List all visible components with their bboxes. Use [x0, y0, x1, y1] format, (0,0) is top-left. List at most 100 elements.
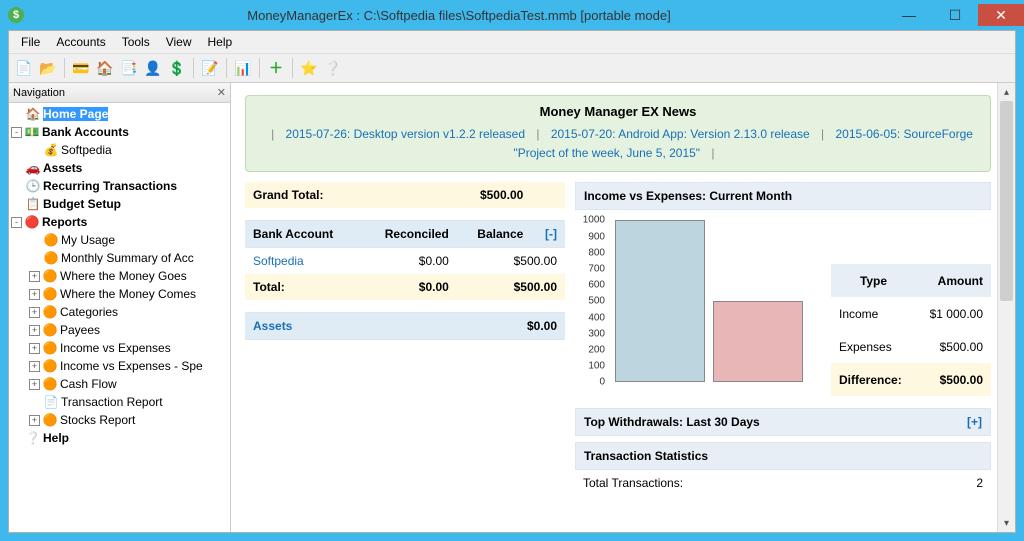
- tree-item[interactable]: +🟠Payees: [11, 321, 228, 339]
- tree-item[interactable]: +🟠Income vs Expenses - Spe: [11, 357, 228, 375]
- tree-item[interactable]: -🔴Reports: [11, 213, 228, 231]
- close-button[interactable]: ✕: [978, 4, 1024, 26]
- tree-item[interactable]: 🏠Home Page: [11, 105, 228, 123]
- home-icon[interactable]: 🏠: [94, 57, 116, 79]
- type-label: Income: [831, 297, 916, 330]
- tree-label[interactable]: Budget Setup: [43, 197, 121, 211]
- open-file-icon[interactable]: 📂: [37, 57, 59, 79]
- reports-icon[interactable]: 📊: [232, 57, 254, 79]
- tree-item[interactable]: +🟠Income vs Expenses: [11, 339, 228, 357]
- tree-label[interactable]: Payees: [60, 323, 100, 337]
- tree-label[interactable]: Stocks Report: [60, 413, 135, 427]
- tree-node-icon: 🟠: [42, 376, 58, 392]
- tree-label[interactable]: My Usage: [61, 233, 115, 247]
- tree-item[interactable]: +🟠Where the Money Comes: [11, 285, 228, 303]
- news-link[interactable]: 2015-07-20: Android App: Version 2.13.0 …: [551, 127, 810, 141]
- maximize-button[interactable]: ☐: [932, 4, 978, 26]
- axis-tick-label: 500: [588, 296, 605, 307]
- type-amount-table: Type Amount Income $1 000.00 Expenses: [831, 264, 991, 396]
- axis-tick-label: 600: [588, 280, 605, 291]
- tree-label[interactable]: Income vs Expenses: [60, 341, 171, 355]
- menu-accounts[interactable]: Accounts: [48, 33, 113, 51]
- menu-help[interactable]: Help: [200, 33, 241, 51]
- tree-toggle-icon[interactable]: -: [11, 217, 22, 228]
- category-icon[interactable]: 📑: [118, 57, 140, 79]
- grand-total-label: Grand Total:: [245, 182, 361, 208]
- tree-label[interactable]: Transaction Report: [61, 395, 163, 409]
- main-area: Money Manager EX News | 2015-07-26: Desk…: [231, 83, 1015, 532]
- tree-label[interactable]: Softpedia: [61, 143, 112, 157]
- help-icon[interactable]: ❔: [322, 57, 344, 79]
- main-content: Money Manager EX News | 2015-07-26: Desk…: [231, 83, 997, 532]
- menu-view[interactable]: View: [158, 33, 200, 51]
- tree-item[interactable]: 🚗Assets: [11, 159, 228, 177]
- panel-close-icon[interactable]: ✕: [217, 86, 226, 99]
- tree-label[interactable]: Reports: [42, 215, 87, 229]
- tree-item[interactable]: +🟠Cash Flow: [11, 375, 228, 393]
- tree-item[interactable]: 🕒Recurring Transactions: [11, 177, 228, 195]
- tree-label[interactable]: Recurring Transactions: [43, 179, 177, 193]
- tree-item[interactable]: 📄Transaction Report: [11, 393, 228, 411]
- scrollbar[interactable]: ▴ ▾: [997, 83, 1015, 532]
- tree-toggle-icon[interactable]: +: [29, 361, 40, 372]
- tree-toggle-icon[interactable]: +: [29, 415, 40, 426]
- tree-item[interactable]: ❔Help: [11, 429, 228, 447]
- tree-label[interactable]: Monthly Summary of Acc: [61, 251, 194, 265]
- tree-toggle-icon[interactable]: +: [29, 379, 40, 390]
- tree-item[interactable]: -💵Bank Accounts: [11, 123, 228, 141]
- star-icon[interactable]: ⭐: [298, 57, 320, 79]
- tree-label[interactable]: Where the Money Goes: [60, 269, 187, 283]
- titlebar: $ MoneyManagerEx : C:\Softpedia files\So…: [0, 0, 1024, 30]
- tree-label[interactable]: Cash Flow: [60, 377, 117, 391]
- summary-header-row: Bank Account Reconciled Balance [-]: [245, 221, 565, 248]
- tree-toggle-icon[interactable]: +: [29, 271, 40, 282]
- col-bank-account: Bank Account: [245, 221, 361, 248]
- minimize-button[interactable]: —: [886, 4, 932, 26]
- currency-icon[interactable]: 💲: [166, 57, 188, 79]
- news-separator: |: [711, 146, 714, 160]
- type-value: $1 000.00: [916, 297, 991, 330]
- tree-item[interactable]: +🟠Categories: [11, 303, 228, 321]
- tree-label[interactable]: Assets: [43, 161, 82, 175]
- add-icon[interactable]: ＋: [265, 57, 287, 79]
- menu-file[interactable]: File: [13, 33, 48, 51]
- tree-toggle-icon[interactable]: +: [29, 289, 40, 300]
- new-file-icon[interactable]: 📄: [13, 57, 35, 79]
- chart-box: 01002003004005006007008009001000 Type Am…: [575, 210, 991, 408]
- tree-label[interactable]: Where the Money Comes: [60, 287, 196, 301]
- filter-icon[interactable]: 📝: [199, 57, 221, 79]
- news-link[interactable]: 2015-07-26: Desktop version v1.2.2 relea…: [286, 127, 525, 141]
- account-icon[interactable]: 💳: [70, 57, 92, 79]
- tree-label[interactable]: Categories: [60, 305, 118, 319]
- withdrawals-title: Top Withdrawals: Last 30 Days: [584, 415, 760, 429]
- menu-tools[interactable]: Tools: [114, 33, 158, 51]
- tree-item[interactable]: 🟠My Usage: [11, 231, 228, 249]
- assets-link[interactable]: Assets: [245, 313, 361, 340]
- navigation-tree[interactable]: 🏠Home Page-💵Bank Accounts💰Softpedia🚗Asse…: [9, 103, 230, 532]
- expand-toggle[interactable]: [+]: [967, 415, 982, 429]
- tree-toggle-icon[interactable]: +: [29, 343, 40, 354]
- tree-toggle-icon[interactable]: -: [11, 127, 22, 138]
- tree-toggle-icon[interactable]: +: [29, 307, 40, 318]
- axis-tick-label: 700: [588, 263, 605, 274]
- tree-node-icon: 🕒: [25, 178, 41, 194]
- tree-item[interactable]: +🟠Where the Money Goes: [11, 267, 228, 285]
- tree-toggle-icon[interactable]: +: [29, 325, 40, 336]
- payee-icon[interactable]: 👤: [142, 57, 164, 79]
- tree-item[interactable]: 💰Softpedia: [11, 141, 228, 159]
- scroll-thumb[interactable]: [1000, 101, 1013, 301]
- tree-label[interactable]: Home Page: [43, 107, 108, 121]
- tree-item[interactable]: +🟠Stocks Report: [11, 411, 228, 429]
- account-link[interactable]: Softpedia: [245, 248, 361, 275]
- tree-item[interactable]: 📋Budget Setup: [11, 195, 228, 213]
- axis-tick-label: 200: [588, 344, 605, 355]
- tree-item[interactable]: 🟠Monthly Summary of Acc: [11, 249, 228, 267]
- tree-label[interactable]: Help: [43, 431, 69, 445]
- tree-node-icon: 🔴: [24, 214, 40, 230]
- tree-label[interactable]: Bank Accounts: [42, 125, 129, 139]
- scroll-down-icon[interactable]: ▾: [998, 514, 1015, 532]
- tree-label[interactable]: Income vs Expenses - Spe: [60, 359, 203, 373]
- dashboard-left: Grand Total: $500.00 Bank Account Reconc…: [245, 182, 565, 496]
- scroll-up-icon[interactable]: ▴: [998, 83, 1015, 101]
- collapse-toggle[interactable]: [-]: [545, 227, 557, 241]
